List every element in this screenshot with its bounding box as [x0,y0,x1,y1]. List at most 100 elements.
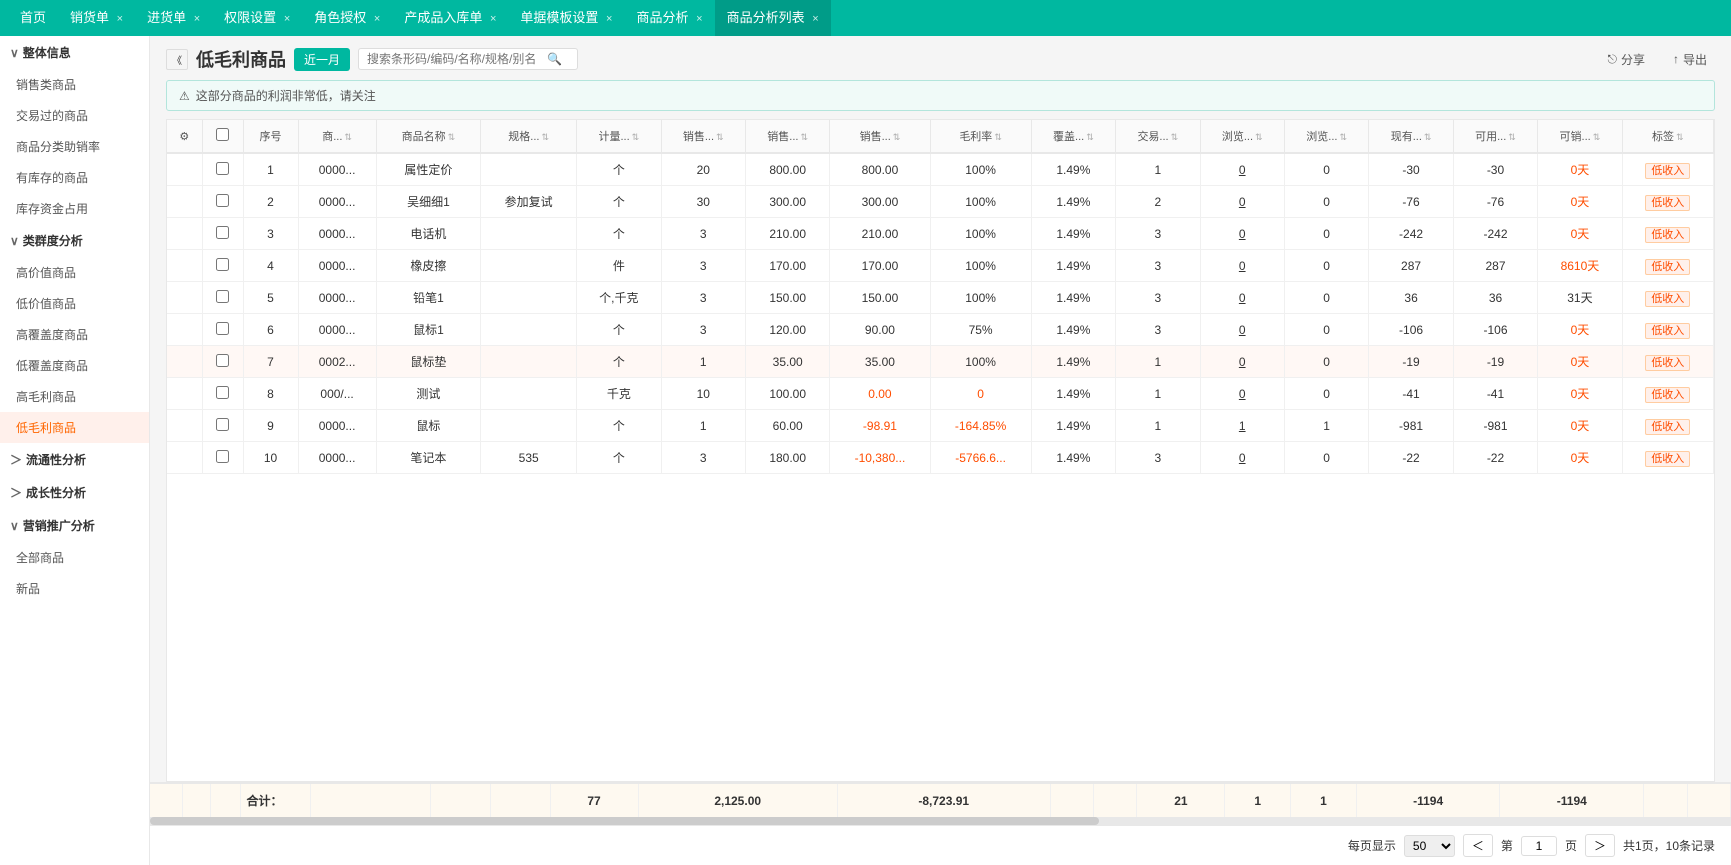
cell-view1[interactable]: 0 [1200,218,1284,250]
row-checkbox[interactable] [216,418,229,431]
close-icon[interactable]: × [194,13,200,25]
scrollbar-thumb[interactable] [150,817,1099,825]
col-checkbox[interactable] [202,120,243,153]
col-view1[interactable]: 浏览...⇅ [1200,120,1284,153]
row-checkbox[interactable] [216,258,229,271]
sidebar-group-cluster[interactable]: ∨ 类群度分析 [0,224,149,257]
row-checkbox[interactable] [216,226,229,239]
nav-template-settings[interactable]: 单据模板设置 × [508,0,624,36]
cell-gear[interactable] [167,282,202,314]
sidebar-collapse-button[interactable]: 《 [166,49,188,70]
row-checkbox[interactable] [216,322,229,335]
nav-permissions[interactable]: 权限设置 × [212,0,302,36]
col-sales-profit[interactable]: 销售...⇅ [830,120,930,153]
export-button[interactable]: ↑ 导出 [1665,47,1715,72]
col-margin[interactable]: 毛利率⇅ [930,120,1031,153]
close-icon[interactable]: × [696,13,702,25]
cell-checkbox[interactable] [202,442,243,474]
cell-gear[interactable] [167,186,202,218]
nav-home[interactable]: 首页 [8,0,58,36]
col-stock-avail[interactable]: 可用...⇅ [1453,120,1537,153]
row-checkbox[interactable] [216,386,229,399]
cell-view1[interactable]: 0 [1200,153,1284,186]
col-view2[interactable]: 浏览...⇅ [1284,120,1368,153]
per-page-select[interactable]: 50 20 100 [1404,835,1455,857]
close-icon[interactable]: × [284,13,290,25]
nav-product-warehouse[interactable]: 产成品入库单 × [392,0,508,36]
cell-view1[interactable]: 0 [1200,378,1284,410]
col-tag[interactable]: 标签⇅ [1622,120,1713,153]
next-page-button[interactable]: ＞ [1585,834,1615,857]
nav-purchase-order[interactable]: 进货单 × [135,0,212,36]
current-page-input[interactable] [1521,836,1557,856]
cell-checkbox[interactable] [202,218,243,250]
sidebar-item-inventory-capital[interactable]: 库存资金占用 [0,193,149,224]
sidebar-item-high-coverage[interactable]: 高覆盖度商品 [0,319,149,350]
cell-checkbox[interactable] [202,314,243,346]
cell-checkbox[interactable] [202,410,243,442]
cell-checkbox[interactable] [202,378,243,410]
select-all-checkbox[interactable] [216,128,229,141]
cell-gear[interactable] [167,378,202,410]
col-gear[interactable]: ⚙ [167,120,202,153]
cell-gear[interactable] [167,250,202,282]
cell-gear[interactable] [167,153,202,186]
col-stock-sale[interactable]: 可销...⇅ [1538,120,1622,153]
close-icon[interactable]: × [490,13,496,25]
col-sales-qty[interactable]: 销售...⇅ [661,120,745,153]
cell-view1[interactable]: 0 [1200,250,1284,282]
col-sales-price[interactable]: 销售...⇅ [745,120,829,153]
row-checkbox[interactable] [216,290,229,303]
share-button[interactable]: ⎋ 分享 [1599,47,1653,72]
row-checkbox[interactable] [216,450,229,463]
col-trade[interactable]: 交易...⇅ [1116,120,1200,153]
sidebar-item-all-products[interactable]: 全部商品 [0,542,149,573]
close-icon[interactable]: × [606,13,612,25]
filter-recent-month-button[interactable]: 近一月 [294,48,350,71]
cell-gear[interactable] [167,218,202,250]
col-unit[interactable]: 计量...⇅ [577,120,661,153]
cell-checkbox[interactable] [202,282,243,314]
sidebar-item-sales-products[interactable]: 销售类商品 [0,69,149,100]
cell-gear[interactable] [167,314,202,346]
col-coverage[interactable]: 覆盖...⇅ [1031,120,1115,153]
row-checkbox[interactable] [216,354,229,367]
sidebar-item-high-margin[interactable]: 高毛利商品 [0,381,149,412]
sidebar-item-low-margin[interactable]: 低毛利商品 [0,412,149,443]
cell-view1[interactable]: 0 [1200,346,1284,378]
col-name[interactable]: 商品名称⇅ [376,120,481,153]
sidebar-item-low-coverage[interactable]: 低覆盖度商品 [0,350,149,381]
close-icon[interactable]: × [117,13,123,25]
row-checkbox[interactable] [216,194,229,207]
search-input[interactable] [367,52,547,66]
row-checkbox[interactable] [216,162,229,175]
gear-icon[interactable]: ⚙ [179,131,189,143]
col-spec[interactable]: 规格...⇅ [481,120,577,153]
horizontal-scrollbar[interactable] [150,817,1731,825]
nav-product-analysis[interactable]: 商品分析 × [624,0,714,36]
cell-view1[interactable]: 0 [1200,314,1284,346]
cell-checkbox[interactable] [202,153,243,186]
sidebar-group-growth[interactable]: ＞ 成长性分析 [0,476,149,509]
sidebar-group-liquidity[interactable]: ＞ 流通性分析 [0,443,149,476]
cell-checkbox[interactable] [202,250,243,282]
cell-view1[interactable]: 0 [1200,442,1284,474]
sidebar-item-stocked-products[interactable]: 有库存的商品 [0,162,149,193]
sidebar-group-marketing[interactable]: ∨ 营销推广分析 [0,509,149,542]
cell-view1[interactable]: 0 [1200,186,1284,218]
close-icon[interactable]: × [374,13,380,25]
nav-role-auth[interactable]: 角色授权 × [302,0,392,36]
col-code[interactable]: 商...⇅ [298,120,376,153]
nav-sales-order[interactable]: 销货单 × [58,0,135,36]
cell-gear[interactable] [167,410,202,442]
search-box[interactable]: 🔍 [358,48,578,70]
sidebar-group-overall[interactable]: ∨ 整体信息 [0,36,149,69]
cell-gear[interactable] [167,442,202,474]
cell-view1[interactable]: 1 [1200,410,1284,442]
prev-page-button[interactable]: ＜ [1463,834,1493,857]
cell-view1[interactable]: 0 [1200,282,1284,314]
cell-checkbox[interactable] [202,186,243,218]
col-stock-now[interactable]: 现有...⇅ [1369,120,1453,153]
sidebar-item-traded-products[interactable]: 交易过的商品 [0,100,149,131]
sidebar-item-low-value[interactable]: 低价值商品 [0,288,149,319]
